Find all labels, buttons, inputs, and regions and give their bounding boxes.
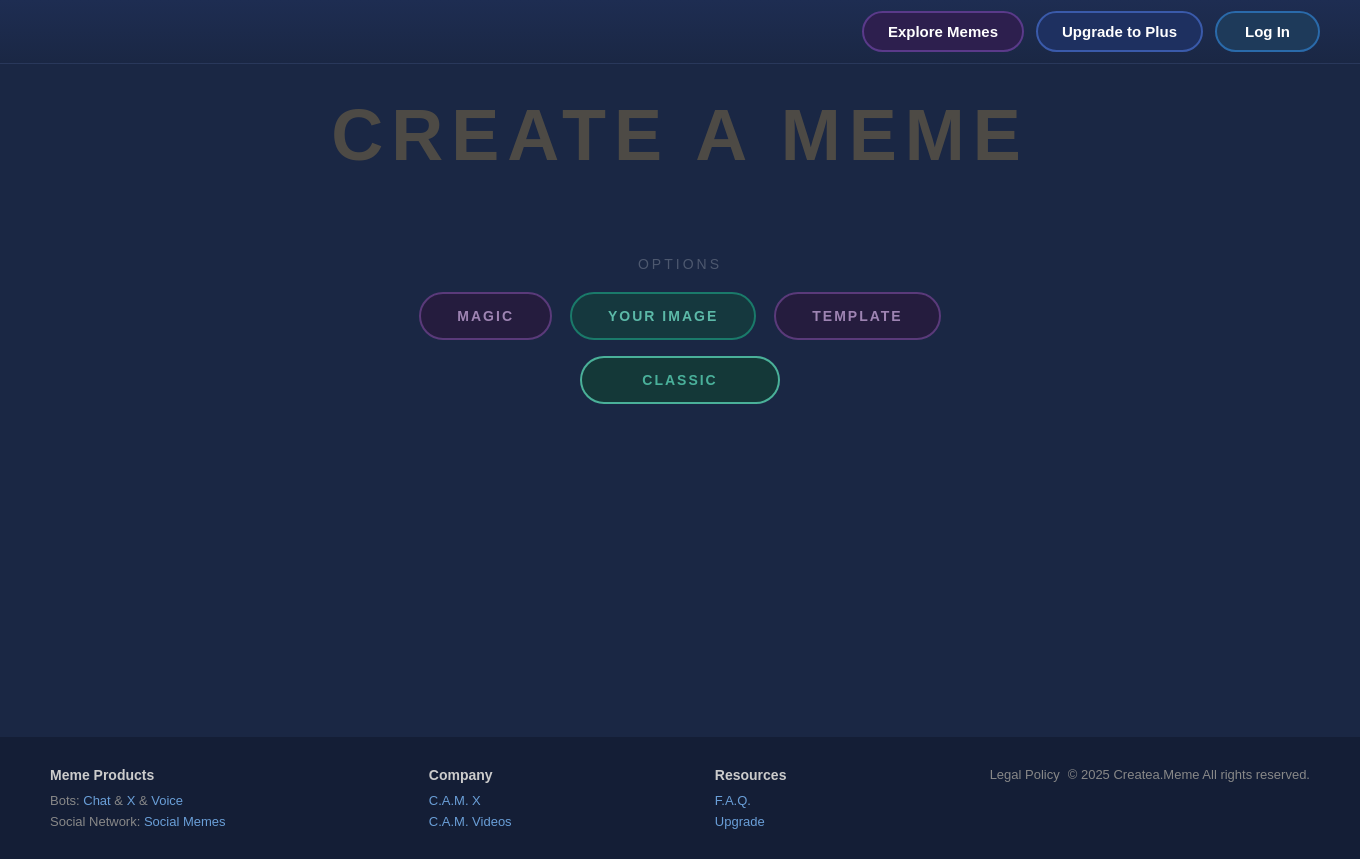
classic-row: CLASSIC xyxy=(580,356,779,404)
footer-resources-heading: Resources xyxy=(715,767,787,783)
bots-x-link[interactable]: X xyxy=(127,793,136,808)
footer-legal: Legal Policy © 2025 Createa.Meme All rig… xyxy=(990,767,1310,782)
bots-and2: & xyxy=(135,793,151,808)
login-button[interactable]: Log In xyxy=(1215,11,1320,52)
bots-chat-link[interactable]: Chat xyxy=(83,793,110,808)
template-button[interactable]: TEMPLATE xyxy=(774,292,940,340)
bots-and1: & xyxy=(111,793,127,808)
bots-voice-link[interactable]: Voice xyxy=(151,793,183,808)
cam-videos-link[interactable]: C.A.M. Videos xyxy=(429,814,512,829)
footer-company-heading: Company xyxy=(429,767,512,783)
explore-memes-button[interactable]: Explore Memes xyxy=(862,11,1024,52)
social-prefix: Social Network: xyxy=(50,814,144,829)
footer-col-resources: Resources F.A.Q. Upgrade xyxy=(715,767,787,829)
footer-col-company: Company C.A.M. X C.A.M. Videos xyxy=(429,767,512,829)
upgrade-button[interactable]: Upgrade to Plus xyxy=(1036,11,1203,52)
bots-prefix: Bots: xyxy=(50,793,83,808)
cam-x-link[interactable]: C.A.M. X xyxy=(429,793,512,808)
legal-policy-link[interactable]: Legal Policy xyxy=(990,767,1060,782)
header-buttons: Explore Memes Upgrade to Plus Log In xyxy=(862,11,1320,52)
magic-button[interactable]: MAGIC xyxy=(419,292,552,340)
footer-social-text: Social Network: Social Memes xyxy=(50,814,226,829)
footer: Meme Products Bots: Chat & X & Voice Soc… xyxy=(0,737,1360,859)
upgrade-link[interactable]: Upgrade xyxy=(715,814,787,829)
classic-button[interactable]: CLASSIC xyxy=(580,356,779,404)
main-content: CREATE A MEME OPTIONS MAGIC YOUR IMAGE T… xyxy=(0,64,1360,737)
faq-link[interactable]: F.A.Q. xyxy=(715,793,787,808)
footer-products-heading: Meme Products xyxy=(50,767,226,783)
social-memes-link[interactable]: Social Memes xyxy=(144,814,226,829)
header: Explore Memes Upgrade to Plus Log In xyxy=(0,0,1360,64)
footer-copyright: © 2025 Createa.Meme All rights reserved. xyxy=(1068,767,1310,782)
options-label: OPTIONS xyxy=(638,256,722,272)
footer-col-products: Meme Products Bots: Chat & X & Voice Soc… xyxy=(50,767,226,829)
mode-buttons-row: MAGIC YOUR IMAGE TEMPLATE xyxy=(419,292,940,340)
footer-bots-text: Bots: Chat & X & Voice xyxy=(50,793,226,808)
your-image-button[interactable]: YOUR IMAGE xyxy=(570,292,756,340)
page-title: CREATE A MEME xyxy=(331,94,1028,176)
